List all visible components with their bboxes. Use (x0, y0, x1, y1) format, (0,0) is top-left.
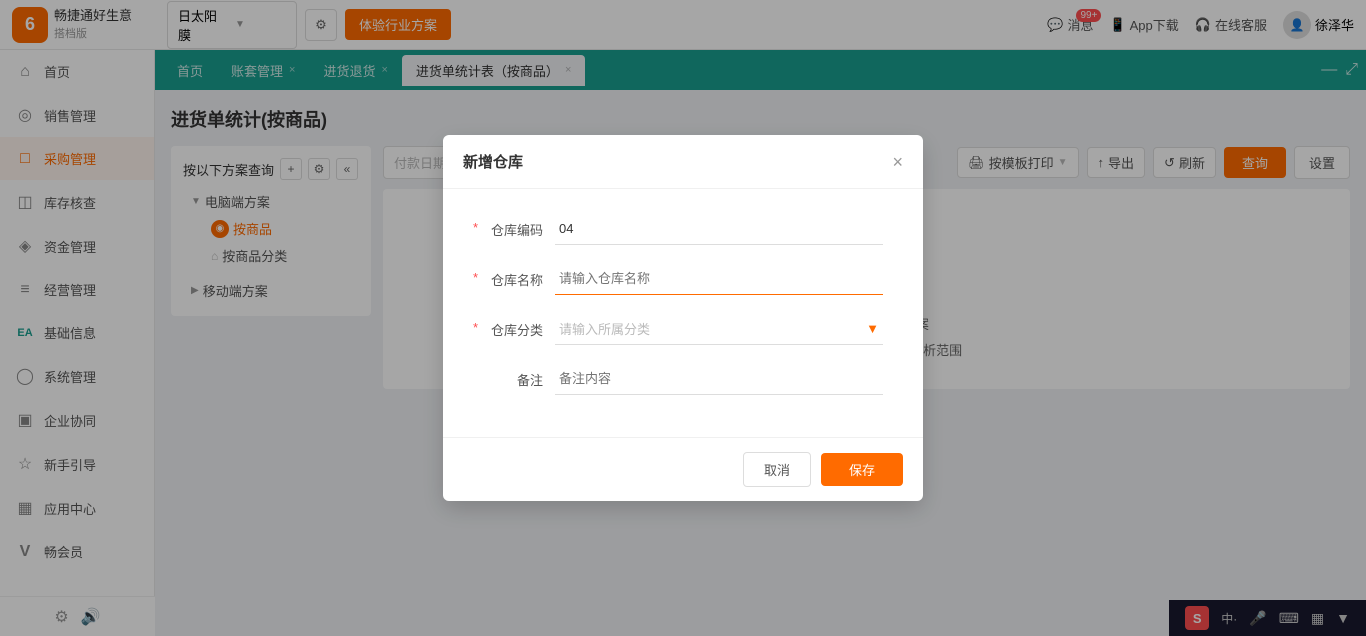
modal-overlay: 新增仓库 × 仓库编码 仓库名称 仓库分类 请输入所属分类 ▼ (0, 0, 1366, 636)
remark-label: 备注 (483, 370, 543, 389)
modal-close-button[interactable]: × (892, 153, 903, 171)
form-item-category: 仓库分类 请输入所属分类 ▼ (483, 313, 883, 345)
modal-title: 新增仓库 (463, 151, 523, 172)
modal-header: 新增仓库 × (443, 135, 923, 189)
form-item-code: 仓库编码 (483, 213, 883, 245)
form-item-name: 仓库名称 (483, 263, 883, 295)
code-label: 仓库编码 (483, 220, 543, 239)
category-label: 仓库分类 (483, 320, 543, 339)
category-placeholder: 请输入所属分类 (559, 319, 650, 338)
save-button[interactable]: 保存 (821, 453, 903, 486)
modal-footer: 取消 保存 (443, 437, 923, 501)
cancel-button[interactable]: 取消 (743, 452, 811, 487)
modal-body: 仓库编码 仓库名称 仓库分类 请输入所属分类 ▼ 备注 (443, 189, 923, 437)
form-item-remark: 备注 (483, 363, 883, 395)
category-dropdown-arrow: ▼ (866, 321, 879, 336)
code-input[interactable] (555, 213, 883, 245)
name-input[interactable] (555, 263, 883, 295)
new-warehouse-modal: 新增仓库 × 仓库编码 仓库名称 仓库分类 请输入所属分类 ▼ (443, 135, 923, 501)
remark-input[interactable] (555, 363, 883, 395)
name-label: 仓库名称 (483, 270, 543, 289)
category-select[interactable]: 请输入所属分类 ▼ (555, 313, 883, 345)
